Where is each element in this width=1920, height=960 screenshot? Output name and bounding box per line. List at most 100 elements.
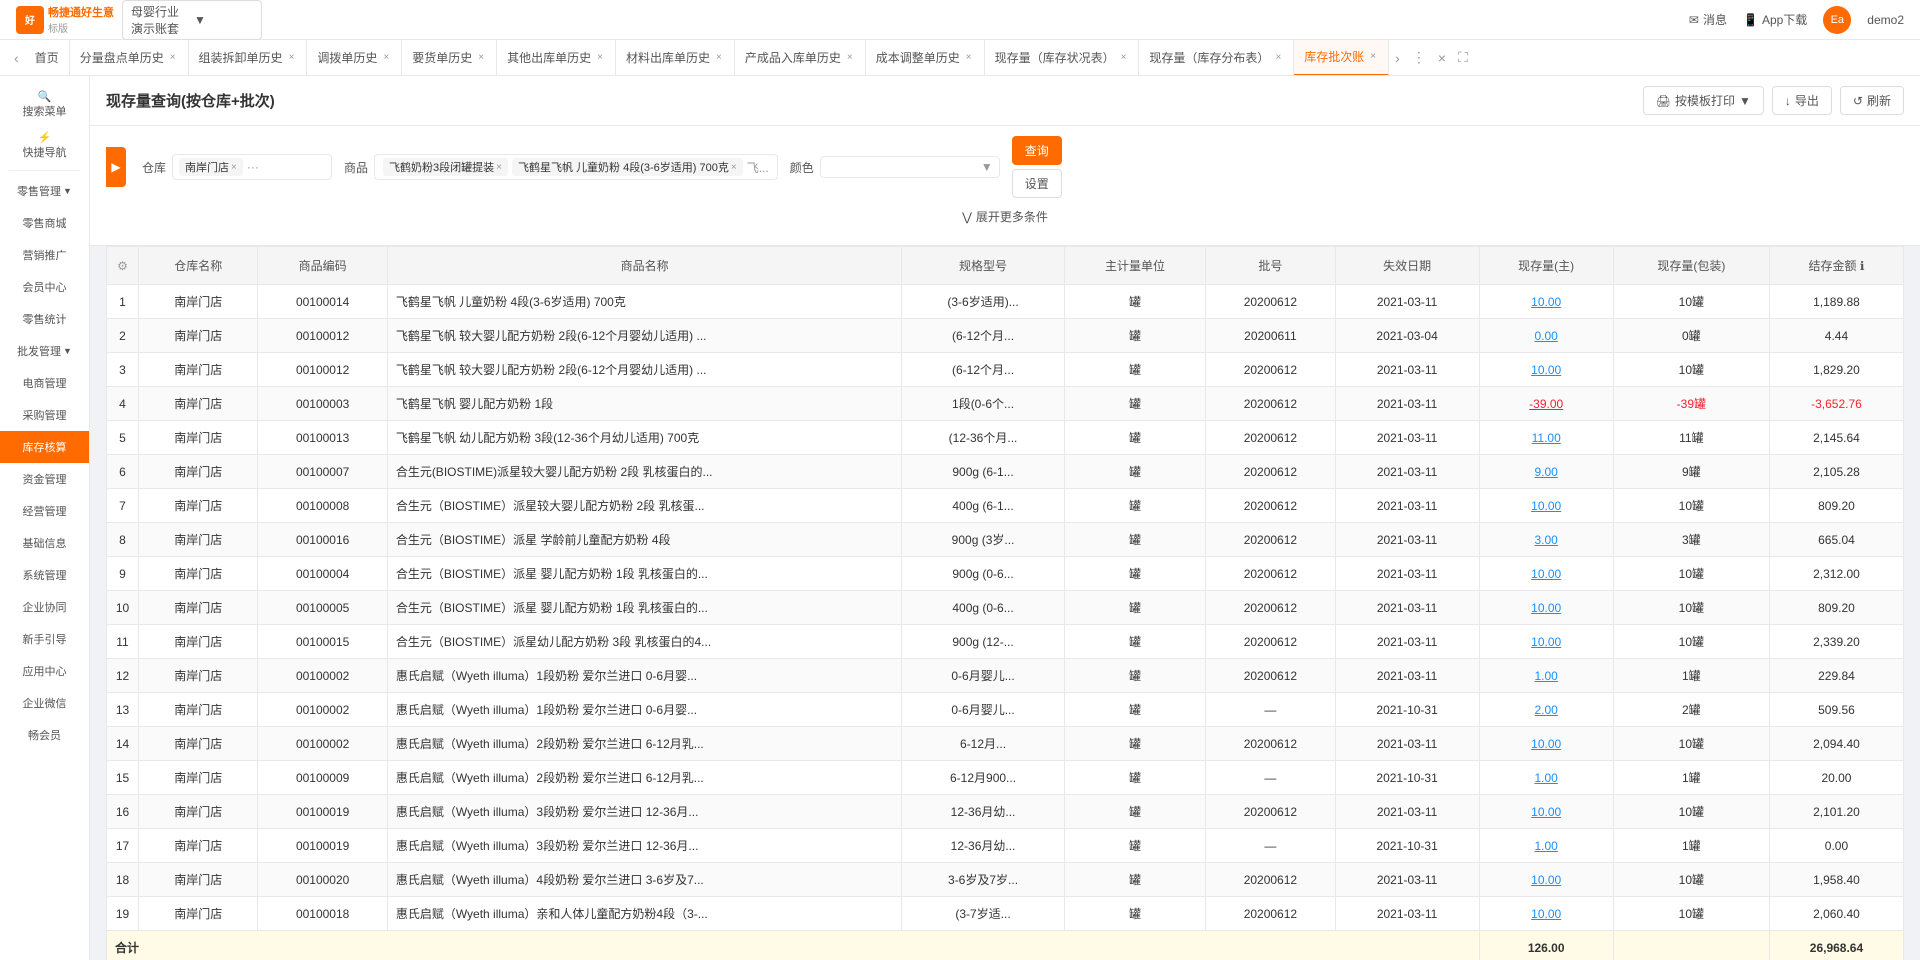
tab-menu-btn[interactable]: ⋮ [1406,49,1432,66]
query-btn[interactable]: 查询 [1012,136,1062,165]
tab-close-5[interactable]: × [595,51,605,64]
tab-3[interactable]: 调拨单历史 × [307,40,402,76]
cell-code: 00100003 [258,387,387,421]
sidebar-item-inventory[interactable]: 库存核算 [0,431,89,463]
cell-code: 00100012 [258,319,387,353]
cell-warehouse: 南岸门店 [139,387,258,421]
sidebar-item-retail-stats[interactable]: 零售统计 [0,303,89,335]
sidebar-item-member2[interactable]: 畅会员 [0,719,89,751]
warehouse-more[interactable]: ··· [247,160,259,174]
cell-qty[interactable]: -39.00 [1479,387,1613,421]
product-tag-remove-1[interactable]: × [496,162,502,173]
sidebar-item-newbie[interactable]: 新手引导 [0,623,89,655]
expand-more-btn[interactable]: ⋁ 展开更多条件 [954,204,1056,229]
tab-close-3[interactable]: × [381,51,391,64]
color-filter-input[interactable]: ▼ [820,156,1000,178]
tab-10[interactable]: 现存量（库存分布表） × [1139,40,1294,76]
cell-qty[interactable]: 10.00 [1479,591,1613,625]
cell-qty[interactable]: 10.00 [1479,863,1613,897]
cell-qty[interactable]: 1.00 [1479,829,1613,863]
tab-8[interactable]: 成本调整单历史 × [866,40,985,76]
tab-close-6[interactable]: × [714,51,724,64]
tab-close-4[interactable]: × [476,51,486,64]
tab-next-btn[interactable]: › [1389,50,1406,66]
avatar[interactable]: Ea [1823,6,1851,34]
sidebar-item-wecom[interactable]: 企业微信 [0,687,89,719]
tab-close-11[interactable]: × [1368,50,1378,63]
cell-qty[interactable]: 11.00 [1479,421,1613,455]
product-tag-1: 飞鹤奶粉3段闭罐提装 × [383,158,508,176]
sidebar-item-marketing[interactable]: 营销推广 [0,239,89,271]
message-btn[interactable]: ✉ 消息 [1689,11,1727,28]
tab-7[interactable]: 产成品入库单历史 × [735,40,866,76]
print-btn[interactable]: 🖨 按模板打印 ▼ [1643,86,1764,115]
cell-qty[interactable]: 0.00 [1479,319,1613,353]
cell-warehouse: 南岸门店 [139,863,258,897]
product-filter-tags[interactable]: 飞鹤奶粉3段闭罐提装 × 飞鹤星飞帆 儿童奶粉 4段(3-6岁适用) 700克 … [374,154,778,180]
tab-close-9[interactable]: × [1119,51,1129,64]
cell-qty[interactable]: 10.00 [1479,489,1613,523]
tab-close-10[interactable]: × [1273,51,1283,64]
cell-qty[interactable]: 1.00 [1479,761,1613,795]
quick-nav-btn[interactable]: ⚡ 快捷导航 [0,125,89,166]
industry-selector[interactable]: 母婴行业演示账套 ▼ [122,0,262,40]
cell-qty[interactable]: 1.00 [1479,659,1613,693]
sidebar-item-business[interactable]: 经营管理 [0,495,89,527]
search-menu-btn[interactable]: 🔍 搜索菜单 [0,84,89,125]
tab-home[interactable]: 首页 [25,40,70,76]
sidebar-item-base-info[interactable]: 基础信息 [0,527,89,559]
sidebar-item-retail-mgmt[interactable]: 零售管理 ▼ [0,175,89,207]
cell-qty[interactable]: 10.00 [1479,727,1613,761]
cell-qty[interactable]: 2.00 [1479,693,1613,727]
filter-toggle-btn[interactable]: ▶ [106,147,126,187]
tab-11[interactable]: 库存批次账 × [1294,40,1389,76]
sidebar-item-app-center[interactable]: 应用中心 [0,655,89,687]
warehouse-filter-tags[interactable]: 南岸门店 × ··· [172,154,332,180]
cell-amount: 2,101.20 [1769,795,1903,829]
logo-text: 畅捷通好生意 [48,4,114,20]
app-download-btn[interactable]: 📱 App下载 [1743,11,1807,28]
cell-qty[interactable]: 10.00 [1479,557,1613,591]
sidebar-item-member[interactable]: 会员中心 [0,271,89,303]
settings-btn[interactable]: 设置 [1012,169,1062,198]
cell-qty[interactable]: 10.00 [1479,285,1613,319]
product-more[interactable]: 飞... [747,159,769,176]
tab-expand-btn[interactable]: ⛶ [1452,49,1474,66]
cell-qty-pkg: 1罐 [1613,761,1769,795]
tab-2[interactable]: 组装拆卸单历史 × [189,40,308,76]
cell-unit: 罐 [1064,421,1206,455]
tab-1[interactable]: 分量盘点单历史 × [70,40,189,76]
tab-close-1[interactable]: × [168,51,178,64]
product-tag-remove-2[interactable]: × [731,162,737,173]
cell-qty[interactable]: 10.00 [1479,625,1613,659]
tab-close-2[interactable]: × [287,51,297,64]
tab-4[interactable]: 要货单历史 × [402,40,497,76]
sidebar-item-finance[interactable]: 资金管理 [0,463,89,495]
tab-6[interactable]: 材料出库单历史 × [616,40,735,76]
tab-9[interactable]: 现存量（库存状况表） × [985,40,1140,76]
cell-amount: 0.00 [1769,829,1903,863]
tab-close-8[interactable]: × [964,51,974,64]
tab-5[interactable]: 其他出库单历史 × [497,40,616,76]
cell-qty[interactable]: 9.00 [1479,455,1613,489]
sidebar-item-retail-shop[interactable]: 零售商城 [0,207,89,239]
cell-expiry: 2021-03-11 [1335,285,1479,319]
cell-qty[interactable]: 10.00 [1479,353,1613,387]
refresh-btn[interactable]: ↺ 刷新 [1840,86,1904,115]
warehouse-tag-remove-1[interactable]: × [231,162,237,173]
sidebar-item-wholesale[interactable]: 批发管理 ▼ [0,335,89,367]
export-btn[interactable]: ↓ 导出 [1772,86,1832,115]
sidebar-item-ecommerce[interactable]: 电商管理 [0,367,89,399]
cell-batch: 20200612 [1206,863,1335,897]
tab-close-all-btn[interactable]: × [1432,50,1452,66]
cell-code: 00100012 [258,353,387,387]
tab-prev-btn[interactable]: ‹ [8,50,25,66]
sidebar-item-system[interactable]: 系统管理 [0,559,89,591]
sidebar-item-purchase[interactable]: 采购管理 [0,399,89,431]
tab-close-7[interactable]: × [845,51,855,64]
cell-qty[interactable]: 10.00 [1479,795,1613,829]
cell-qty[interactable]: 3.00 [1479,523,1613,557]
cell-qty[interactable]: 10.00 [1479,897,1613,931]
gear-icon[interactable]: ⚙ [117,259,128,273]
sidebar-item-enterprise[interactable]: 企业协同 [0,591,89,623]
